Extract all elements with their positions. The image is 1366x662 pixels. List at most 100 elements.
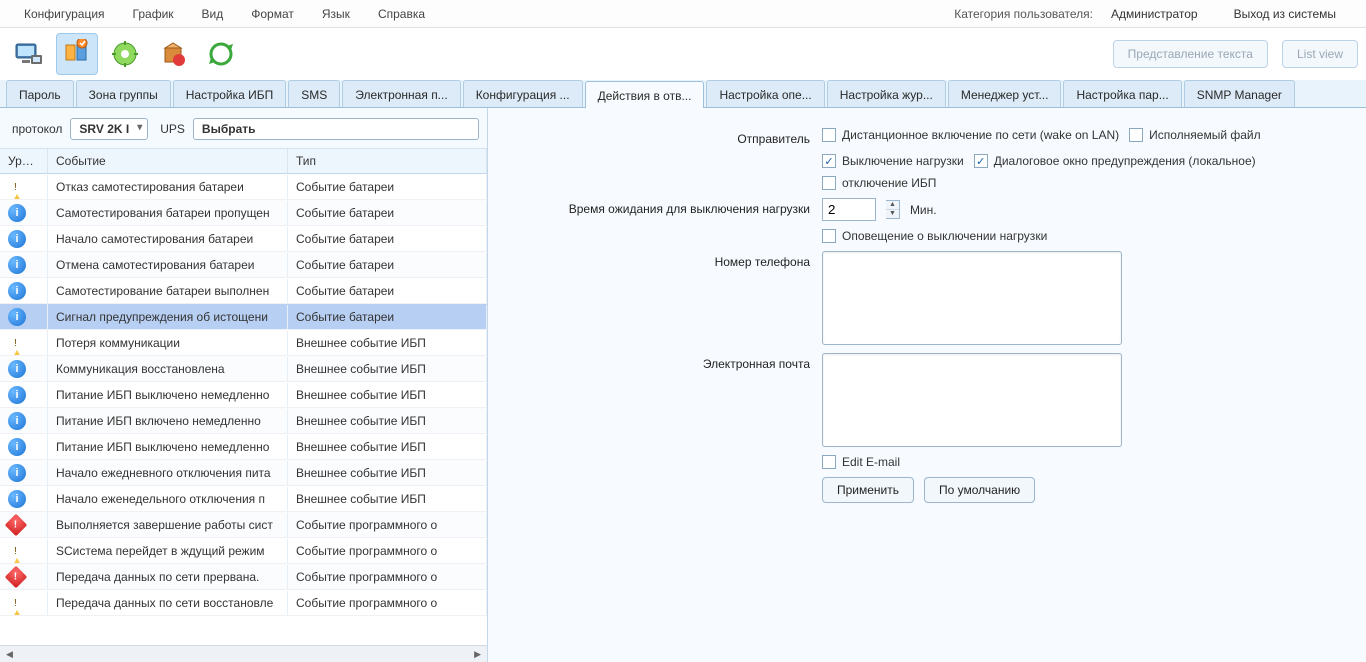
info-icon: i	[8, 412, 26, 430]
menu-language[interactable]: Язык	[308, 3, 364, 25]
tab-11[interactable]: SNMP Manager	[1184, 80, 1295, 107]
scroll-left-icon[interactable]: ◀	[2, 649, 17, 660]
wake-on-lan-checkbox[interactable]: Дистанционное включение по сети (wake on…	[822, 128, 1119, 142]
warn-dialog-checkbox[interactable]: Диалоговое окно предупреждения (локально…	[974, 154, 1256, 168]
table-row[interactable]: iОтмена самотестирования батареиСобытие …	[0, 252, 487, 278]
menu-chart[interactable]: График	[119, 3, 188, 25]
info-icon: i	[8, 490, 26, 508]
email-textarea[interactable]	[822, 353, 1122, 447]
event-cell: Самотестирования батареи пропущен	[48, 201, 288, 225]
phone-label: Номер телефона	[512, 251, 822, 269]
table-row[interactable]: iПитание ИБП выключено немедленноВнешнее…	[0, 434, 487, 460]
menu-config[interactable]: Конфигурация	[10, 3, 119, 25]
toolbar-settings-icon[interactable]	[56, 33, 98, 75]
event-cell: Выполняется завершение работы сист	[48, 513, 288, 537]
tab-10[interactable]: Настройка пар...	[1063, 80, 1181, 107]
menu-format[interactable]: Формат	[237, 3, 308, 25]
event-cell: Сигнал предупреждения об истощени	[48, 305, 288, 329]
event-cell: SСистема перейдет в ждущий режим	[48, 539, 288, 563]
logout-link[interactable]: Выход из системы	[1234, 7, 1336, 21]
event-cell: Питание ИБП выключено немедленно	[48, 435, 288, 459]
event-cell: Потеря коммуникации	[48, 331, 288, 355]
type-cell: Событие батареи	[288, 201, 487, 225]
type-cell: Событие батареи	[288, 279, 487, 303]
col-header-event[interactable]: Событие	[48, 149, 288, 173]
wait-input[interactable]	[822, 198, 876, 221]
scroll-right-icon[interactable]: ▶	[470, 649, 485, 660]
edit-email-label: Edit E-mail	[842, 455, 900, 469]
ups-off-label: отключение ИБП	[842, 176, 936, 190]
type-cell: Событие программного о	[288, 513, 487, 537]
tab-9[interactable]: Менеджер уст...	[948, 80, 1062, 107]
table-row[interactable]: iКоммуникация восстановленаВнешнее событ…	[0, 356, 487, 382]
event-cell: Питание ИБП включено немедленно	[48, 409, 288, 433]
ups-select[interactable]: Выбрать	[193, 118, 479, 140]
table-row[interactable]: iНачало самотестирования батареиСобытие …	[0, 226, 487, 252]
event-cell: Передача данных по сети прервана.	[48, 565, 288, 589]
table-row[interactable]: iСамотестирования батареи пропущенСобыти…	[0, 200, 487, 226]
exec-file-checkbox[interactable]: Исполняемый файл	[1129, 128, 1261, 142]
warn-dialog-label: Диалоговое окно предупреждения (локально…	[994, 154, 1256, 168]
tab-3[interactable]: SMS	[288, 80, 340, 107]
table-row[interactable]: i Питание ИБП включено немедленноВнешнее …	[0, 408, 487, 434]
default-button[interactable]: По умолчанию	[924, 477, 1035, 503]
tab-5[interactable]: Конфигурация ...	[463, 80, 583, 107]
menu-help[interactable]: Справка	[364, 3, 439, 25]
tab-8[interactable]: Настройка жур...	[827, 80, 946, 107]
type-cell: Внешнее событие ИБП	[288, 409, 487, 433]
protocol-select[interactable]: SRV 2K I	[70, 118, 148, 140]
event-grid[interactable]: Отказ самотестирования батареиСобытие ба…	[0, 174, 487, 645]
phone-textarea[interactable]	[822, 251, 1122, 345]
type-cell: Внешнее событие ИБП	[288, 383, 487, 407]
table-row[interactable]: !Передача данных по сети прервана.Событи…	[0, 564, 487, 590]
horizontal-scrollbar[interactable]: ◀ ▶	[0, 645, 487, 662]
toolbar-monitor-icon[interactable]	[8, 33, 50, 75]
ups-off-checkbox[interactable]: отключение ИБП	[822, 176, 936, 190]
tab-4[interactable]: Электронная п...	[342, 80, 460, 107]
col-header-type[interactable]: Тип	[288, 149, 487, 173]
toolbar-box-icon[interactable]	[152, 33, 194, 75]
error-icon: !	[5, 513, 28, 536]
table-row[interactable]: iНачало еженедельного отключения пВнешне…	[0, 486, 487, 512]
type-cell: Событие батареи	[288, 227, 487, 251]
edit-email-checkbox[interactable]: Edit E-mail	[822, 455, 900, 469]
table-row[interactable]: Отказ самотестирования батареиСобытие ба…	[0, 174, 487, 200]
load-off-checkbox[interactable]: Выключение нагрузки	[822, 154, 964, 168]
event-cell: Самотестирование батареи выполнен	[48, 279, 288, 303]
wake-on-lan-label: Дистанционное включение по сети (wake on…	[842, 128, 1119, 142]
load-off-label: Выключение нагрузки	[842, 154, 964, 168]
notify-off-checkbox[interactable]: Оповещение о выключении нагрузки	[822, 229, 1047, 243]
tab-7[interactable]: Настройка опе...	[706, 80, 824, 107]
event-cell: Передача данных по сети восстановле	[48, 591, 288, 615]
tab-0[interactable]: Пароль	[6, 80, 74, 107]
type-cell: Внешнее событие ИБП	[288, 357, 487, 381]
apply-button[interactable]: Применить	[822, 477, 914, 503]
exec-file-label: Исполняемый файл	[1149, 128, 1261, 142]
event-cell: Отказ самотестирования батареи	[48, 175, 288, 199]
type-cell: Событие батареи	[288, 305, 487, 329]
type-cell: Событие батареи	[288, 175, 487, 199]
wait-stepper[interactable]: ▲▼	[886, 200, 900, 219]
list-view-button[interactable]: List view	[1282, 40, 1358, 68]
table-row[interactable]: iНачало ежедневного отключения питаВнешн…	[0, 460, 487, 486]
menu-view[interactable]: Вид	[188, 3, 238, 25]
toolbar-refresh-icon[interactable]	[200, 33, 242, 75]
text-view-button[interactable]: Представление текста	[1113, 40, 1268, 68]
info-icon: i	[8, 360, 26, 378]
tab-1[interactable]: Зона группы	[76, 80, 171, 107]
col-header-level[interactable]: Урове	[0, 149, 48, 173]
toolbar-gear-green-icon[interactable]	[104, 33, 146, 75]
tab-2[interactable]: Настройка ИБП	[173, 80, 287, 107]
right-panel: Отправитель Дистанционное включение по с…	[488, 108, 1366, 662]
table-row[interactable]: SСистема перейдет в ждущий режимСобытие …	[0, 538, 487, 564]
type-cell: Внешнее событие ИБП	[288, 461, 487, 485]
table-row[interactable]: Потеря коммуникацииВнешнее событие ИБП	[0, 330, 487, 356]
event-cell: Начало самотестирования батареи	[48, 227, 288, 251]
table-row[interactable]: iСамотестирование батареи выполненСобыти…	[0, 278, 487, 304]
table-row[interactable]: ! Выполняется завершение работы систСобыт…	[0, 512, 487, 538]
tab-6[interactable]: Действия в отв...	[585, 81, 705, 108]
table-row[interactable]: iСигнал предупреждения об истощениСобыти…	[0, 304, 487, 330]
table-row[interactable]: Передача данных по сети восстановлеСобыт…	[0, 590, 487, 616]
table-row[interactable]: iПитание ИБП выключено немедленноВнешнее…	[0, 382, 487, 408]
menubar: Конфигурация График Вид Формат Язык Спра…	[0, 0, 1366, 28]
